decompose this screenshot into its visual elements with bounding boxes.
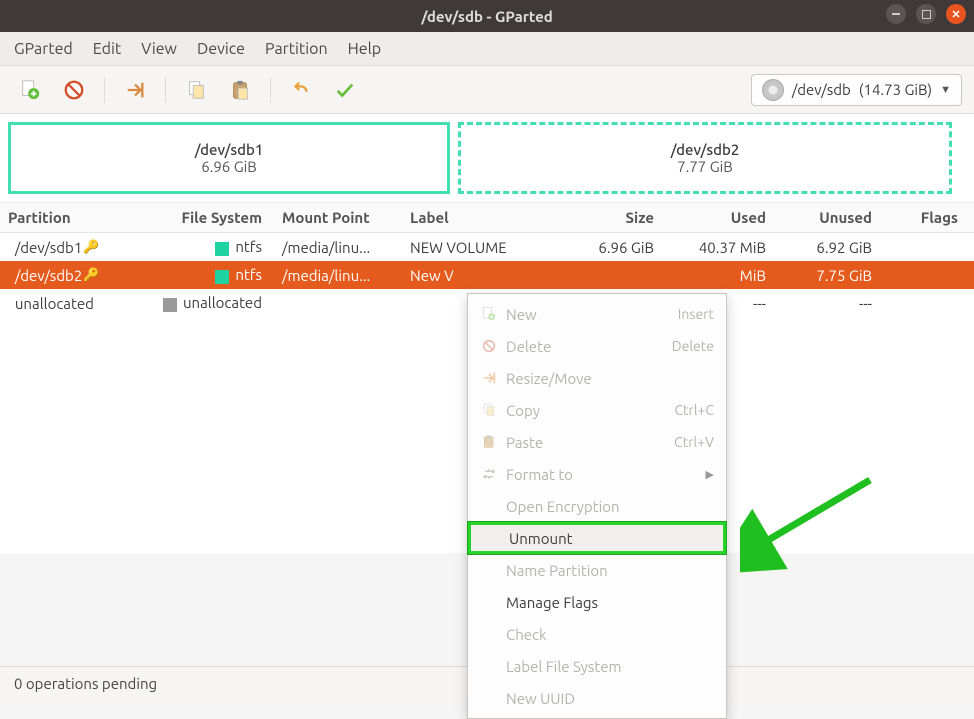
col-flags[interactable]: Flags (880, 203, 974, 232)
ctx-check: Check (468, 618, 726, 650)
ctx-label: Open Encryption (506, 498, 714, 515)
copy-icon (480, 402, 498, 418)
col-partition[interactable]: Partition (0, 203, 150, 232)
device-name: /dev/sdb (792, 81, 851, 98)
partition-bar: /dev/sdb16.96 GiB/dev/sdb27.77 GiB (0, 114, 974, 203)
table-row[interactable]: /dev/sdb2 🔑ntfs/media/linu...New VMiB7.7… (0, 261, 974, 289)
ctx-label: Delete (506, 338, 664, 355)
maximize-button[interactable] (916, 4, 936, 24)
new-icon (480, 306, 498, 322)
undo-icon (290, 79, 312, 101)
paste-icon (480, 434, 498, 450)
col-mount[interactable]: Mount Point (274, 203, 402, 232)
delete-partition-button[interactable] (56, 72, 92, 108)
menu-view[interactable]: View (141, 40, 177, 58)
key-icon: 🔑 (82, 240, 100, 255)
fs-swatch (215, 270, 229, 284)
paste-icon (229, 79, 251, 101)
ctx-delete: Delete Delete (468, 330, 726, 362)
fs-swatch (215, 242, 229, 256)
partition-block[interactable]: /dev/sdb16.96 GiB (8, 122, 450, 194)
separator (270, 77, 271, 103)
ctx-label: Manage Flags (506, 594, 714, 611)
ctx-openenc: Open Encryption (468, 490, 726, 522)
key-icon: 🔑 (82, 268, 100, 283)
separator (165, 77, 166, 103)
apply-button[interactable] (327, 72, 363, 108)
partition-block[interactable]: /dev/sdb27.77 GiB (458, 122, 952, 194)
table-row[interactable]: /dev/sdb1 🔑ntfs/media/linu...NEW VOLUME6… (0, 233, 974, 261)
document-plus-icon (19, 79, 41, 101)
ctx-label: New (506, 306, 670, 323)
ctx-label: Paste (506, 434, 666, 451)
forbid-icon (63, 79, 85, 101)
menu-help[interactable]: Help (348, 40, 382, 58)
device-size: (14.73 GiB) (859, 81, 932, 98)
ctx-new: New Insert (468, 298, 726, 330)
submenu-arrow-icon: ▶ (706, 468, 714, 481)
undo-button[interactable] (283, 72, 319, 108)
col-used[interactable]: Used (662, 203, 774, 232)
chevron-down-icon: ▼ (940, 84, 951, 96)
window-title: /dev/sdb - GParted (421, 8, 553, 25)
ctx-shortcut: Ctrl+V (674, 434, 714, 450)
menu-partition[interactable]: Partition (265, 40, 328, 58)
menu-device[interactable]: Device (197, 40, 245, 58)
pending-ops-label: 0 operations pending (14, 675, 157, 692)
forbid-icon (480, 338, 498, 354)
col-label[interactable]: Label (402, 203, 560, 232)
window-controls: ✕ (886, 4, 966, 24)
ctx-copy: Copy Ctrl+C (468, 394, 726, 426)
device-picker[interactable]: /dev/sdb (14.73 GiB) ▼ (751, 74, 962, 106)
copy-icon (185, 79, 207, 101)
titlebar: /dev/sdb - GParted ✕ (0, 0, 974, 32)
convert-icon (480, 466, 498, 482)
ctx-namepart: Name Partition (468, 554, 726, 586)
table-header: Partition File System Mount Point Label … (0, 203, 974, 233)
partition-block-size: 7.77 GiB (461, 158, 949, 175)
ctx-label: Label File System (506, 658, 714, 675)
menubar: GParted Edit View Device Partition Help (0, 32, 974, 66)
ctx-unmount[interactable]: Unmount (468, 522, 726, 554)
ctx-label: Name Partition (506, 562, 714, 579)
partition-block-name: /dev/sdb2 (461, 141, 949, 158)
partition-block-name: /dev/sdb1 (11, 141, 447, 158)
check-icon (334, 79, 356, 101)
menu-gparted[interactable]: GParted (14, 40, 73, 58)
new-partition-button[interactable] (12, 72, 48, 108)
ctx-label: Copy (506, 402, 666, 419)
minimize-button[interactable] (886, 4, 906, 24)
col-filesystem[interactable]: File System (150, 203, 274, 232)
ctx-shortcut: Delete (672, 338, 714, 354)
menu-edit[interactable]: Edit (93, 40, 121, 58)
ctx-label: New UUID (506, 690, 714, 707)
toolbar: /dev/sdb (14.73 GiB) ▼ (0, 66, 974, 114)
partition-block-size: 6.96 GiB (11, 158, 447, 175)
resize-move-button[interactable] (117, 72, 153, 108)
fs-swatch (163, 298, 177, 312)
ctx-manageflags[interactable]: Manage Flags (468, 586, 726, 618)
ctx-newuuid: New UUID (468, 682, 726, 714)
ctx-format: Format to ▶ (468, 458, 726, 490)
close-button[interactable]: ✕ (946, 4, 966, 24)
resize-icon (480, 370, 498, 386)
ctx-label: Resize/Move (506, 370, 714, 387)
ctx-resize: Resize/Move (468, 362, 726, 394)
paste-button[interactable] (222, 72, 258, 108)
ctx-label: Format to (506, 466, 698, 483)
ctx-label: Check (506, 626, 714, 643)
ctx-shortcut: Ctrl+C (674, 402, 714, 418)
ctx-label: Unmount (509, 530, 711, 547)
ctx-shortcut: Insert (678, 306, 714, 322)
separator (104, 77, 105, 103)
col-size[interactable]: Size (560, 203, 662, 232)
resize-icon (124, 79, 146, 101)
partition-context-menu: New Insert Delete Delete Resize/Move Copy Ctrl… (467, 293, 727, 719)
col-unused[interactable]: Unused (774, 203, 880, 232)
copy-button[interactable] (178, 72, 214, 108)
ctx-paste: Paste Ctrl+V (468, 426, 726, 458)
disk-icon (762, 79, 784, 101)
ctx-labelfs: Label File System (468, 650, 726, 682)
